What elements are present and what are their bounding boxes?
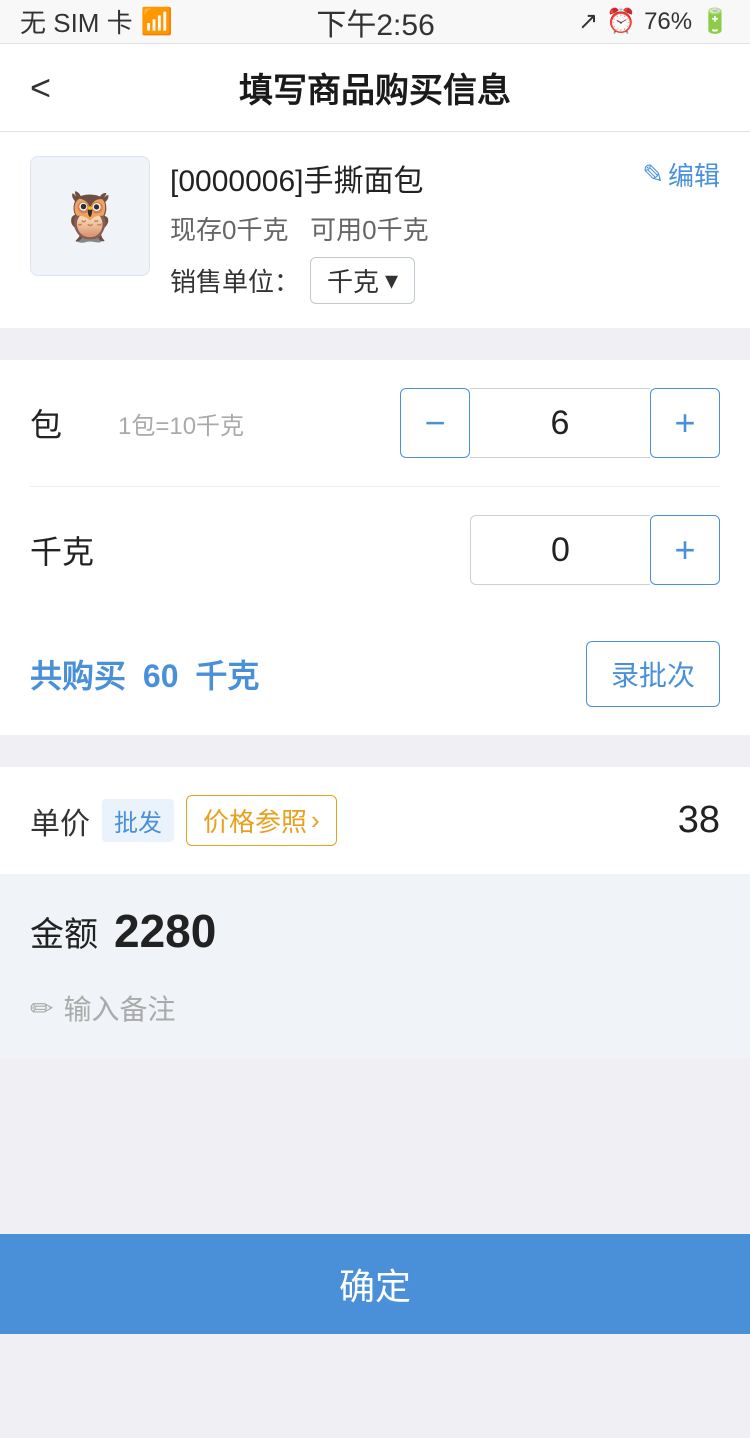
- separator-1: [0, 344, 750, 360]
- price-tag: 批发: [102, 799, 174, 842]
- nav-bar: < 填写商品购买信息: [0, 44, 750, 132]
- product-logo: 🦉: [60, 188, 120, 245]
- back-button[interactable]: <: [20, 57, 61, 119]
- page-title: 填写商品购买信息: [239, 63, 511, 112]
- pencil-icon: ✏: [30, 992, 53, 1025]
- status-left: 无 SIM 卡 📶: [20, 3, 173, 40]
- unit-select[interactable]: 千克 ▾: [310, 257, 415, 304]
- price-ref-button[interactable]: 价格参照 ›: [186, 795, 337, 846]
- price-value: 38: [678, 799, 720, 842]
- price-row: 单价 批发 价格参照 › 38: [30, 795, 720, 846]
- product-stock: 现存0千克 可用0千克: [170, 210, 720, 247]
- minus-button-pack[interactable]: −: [400, 388, 470, 458]
- note-placeholder: 输入备注: [63, 988, 175, 1028]
- amount-value: 2280: [114, 904, 216, 958]
- wifi-icon: 📶: [141, 6, 173, 37]
- qty-label-kg: 千克: [30, 527, 110, 573]
- amount-label: 金额: [30, 907, 98, 956]
- product-unit-row: 销售单位： 千克 ▾: [170, 257, 720, 304]
- qty-controls-pack: − +: [400, 388, 720, 458]
- location-icon: ↗: [578, 7, 598, 36]
- qty-input-kg[interactable]: [470, 515, 650, 585]
- battery-status: 76%: [644, 8, 692, 36]
- battery-icon: 🔋: [700, 7, 730, 36]
- product-info: [0000006]手撕面包 ✎ 编辑 现存0千克 可用0千克 销售单位： 千克 …: [170, 156, 720, 304]
- separator-2: [0, 751, 750, 767]
- qty-hint-pack: 1包=10千克: [118, 406, 400, 441]
- quantity-section: 包 1包=10千克 − + 千克 +: [0, 360, 750, 613]
- qty-row-pack: 包 1包=10千克 − +: [30, 360, 720, 487]
- plus-button-pack[interactable]: +: [650, 388, 720, 458]
- amount-section: 金额 2280 ✏ 输入备注: [0, 874, 750, 1058]
- batch-button[interactable]: 录批次: [586, 641, 720, 707]
- qty-row-kg: 千克 +: [30, 487, 720, 613]
- amount-row: 金额 2280: [30, 904, 720, 958]
- note-row[interactable]: ✏ 输入备注: [30, 978, 720, 1058]
- price-section: 单价 批发 价格参照 › 38: [0, 767, 750, 874]
- chevron-down-icon: ▾: [385, 265, 398, 296]
- plus-button-kg[interactable]: +: [650, 515, 720, 585]
- product-thumbnail: 🦉: [30, 156, 150, 276]
- edit-button[interactable]: ✎ 编辑: [642, 156, 720, 193]
- product-top-row: [0000006]手撕面包 ✎ 编辑: [170, 156, 720, 210]
- total-text: 共购买 60 千克: [30, 651, 259, 697]
- sim-status: 无 SIM 卡: [20, 3, 133, 40]
- qty-controls-kg: +: [470, 515, 720, 585]
- status-bar: 无 SIM 卡 📶 下午2:56 ↗ ⏰ 76% 🔋: [0, 0, 750, 44]
- total-amount: 60: [143, 658, 179, 694]
- product-name: [0000006]手撕面包: [170, 156, 423, 200]
- price-label: 单价: [30, 799, 90, 843]
- status-time: 下午2:56: [316, 0, 434, 44]
- confirm-button[interactable]: 确定: [0, 1234, 750, 1334]
- price-left: 单价 批发 价格参照 ›: [30, 795, 337, 846]
- total-section: 共购买 60 千克 录批次: [0, 613, 750, 735]
- alarm-icon: ⏰: [606, 7, 636, 36]
- qty-input-pack[interactable]: [470, 388, 650, 458]
- product-card: 🦉 [0000006]手撕面包 ✎ 编辑 现存0千克 可用0千克 销售单位： 千…: [0, 132, 750, 328]
- qty-label-pack: 包: [30, 400, 110, 446]
- status-right: ↗ ⏰ 76% 🔋: [578, 7, 730, 36]
